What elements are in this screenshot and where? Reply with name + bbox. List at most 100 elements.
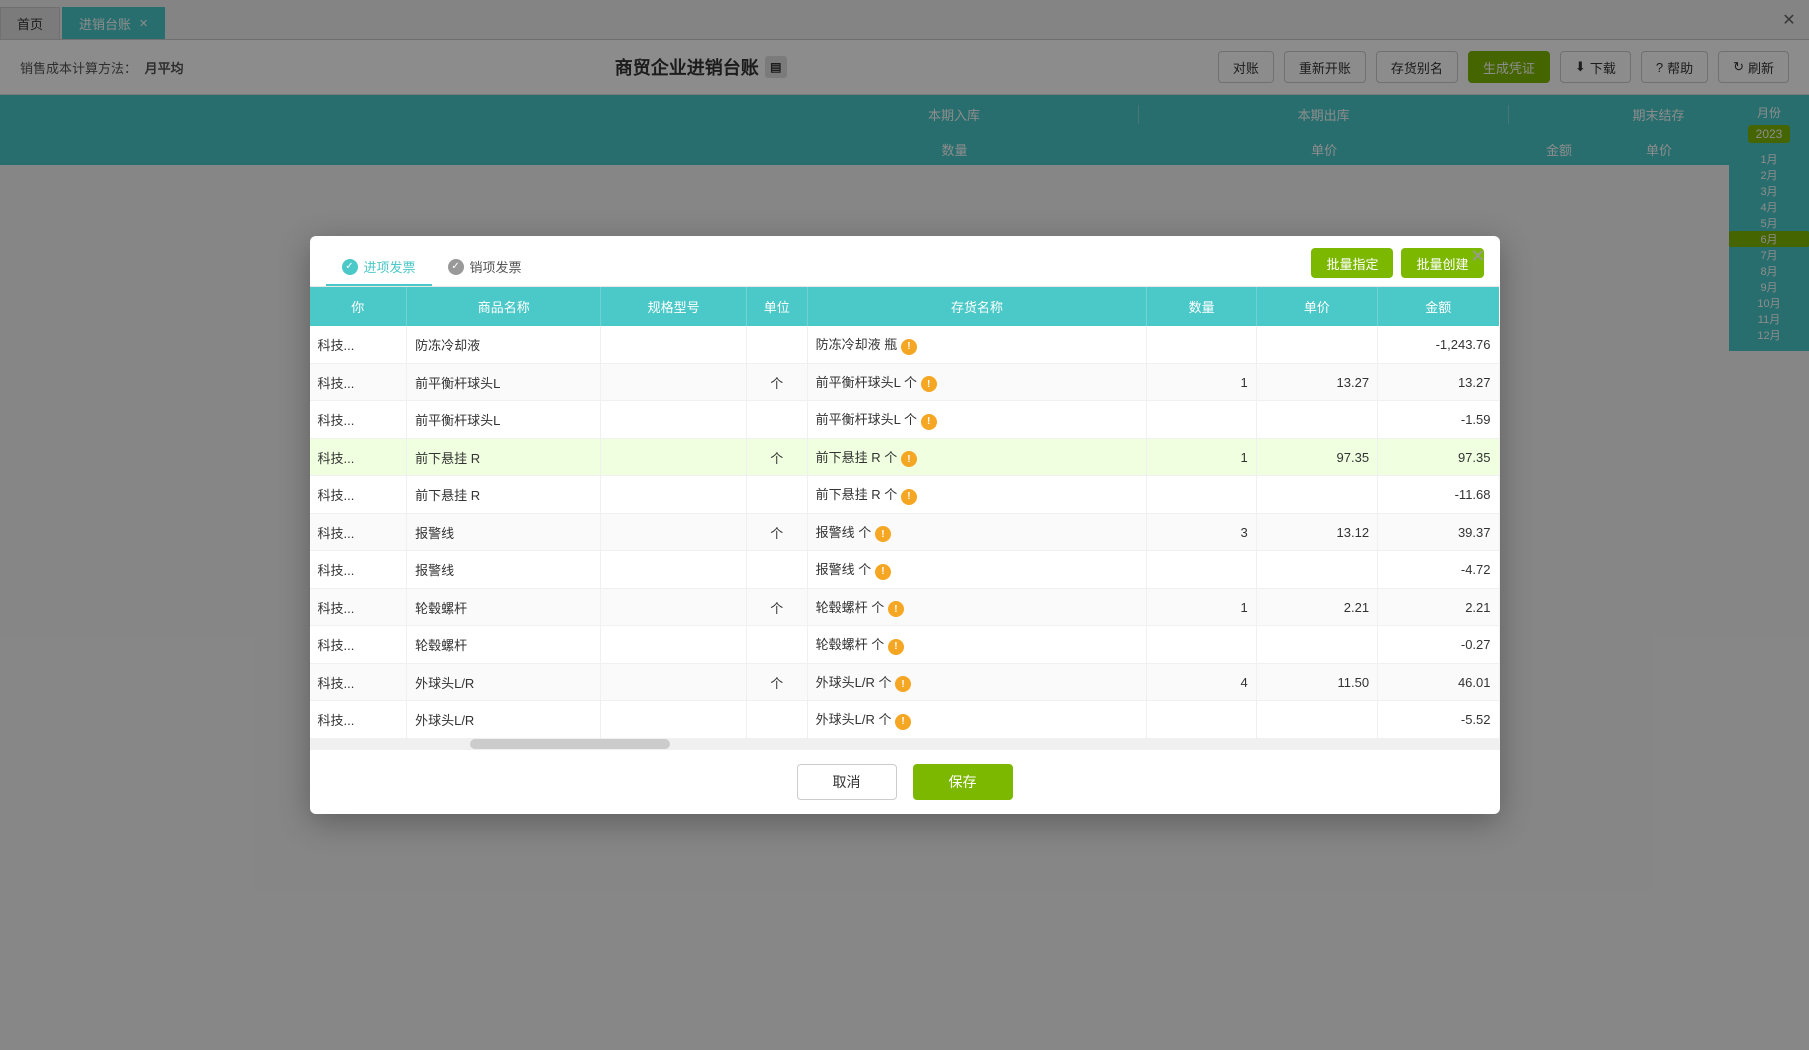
table-cell bbox=[746, 476, 807, 514]
table-header: 你 商品名称 规格型号 单位 存货名称 数量 单价 金额 bbox=[310, 287, 1500, 326]
table-cell bbox=[1256, 326, 1377, 363]
table-cell bbox=[601, 326, 747, 363]
col-header-1: 你 bbox=[310, 287, 407, 326]
outgoing-invoice-label: 销项发票 bbox=[470, 257, 522, 276]
table-cell: 97.35 bbox=[1378, 438, 1499, 476]
table-cell: 科技... bbox=[310, 626, 407, 664]
table-cell bbox=[601, 701, 747, 739]
incoming-invoice-icon: ✓ bbox=[342, 259, 358, 275]
table-cell: 13.27 bbox=[1256, 363, 1377, 401]
table-cell bbox=[601, 438, 747, 476]
table-cell bbox=[1256, 476, 1377, 514]
table-cell: 轮毂螺杆 个 ! bbox=[807, 588, 1147, 626]
warning-icon: ! bbox=[895, 676, 911, 692]
table-cell: 1 bbox=[1147, 363, 1256, 401]
table-cell bbox=[746, 626, 807, 664]
table-cell: 外球头L/R 个 ! bbox=[807, 663, 1147, 701]
table-cell: 外球头L/R bbox=[407, 701, 601, 739]
table-cell: 报警线 bbox=[407, 551, 601, 589]
table-cell bbox=[601, 363, 747, 401]
table-cell: 轮毂螺杆 个 ! bbox=[807, 626, 1147, 664]
table-cell bbox=[1147, 551, 1256, 589]
table-cell bbox=[1147, 326, 1256, 363]
table-cell: 前下悬挂 R 个 ! bbox=[807, 438, 1147, 476]
table-cell: 个 bbox=[746, 513, 807, 551]
table-cell: 外球头L/R bbox=[407, 663, 601, 701]
table-row: 科技...外球头L/R个外球头L/R 个 !411.5046.01 bbox=[310, 663, 1500, 701]
table-cell: 1 bbox=[1147, 588, 1256, 626]
warning-icon: ! bbox=[921, 376, 937, 392]
table-cell: 科技... bbox=[310, 513, 407, 551]
table-cell: 13.27 bbox=[1378, 363, 1499, 401]
table-cell bbox=[601, 588, 747, 626]
table-cell bbox=[601, 551, 747, 589]
table-cell: 46.01 bbox=[1378, 663, 1499, 701]
table-cell: 科技... bbox=[310, 326, 407, 363]
table-cell: 科技... bbox=[310, 401, 407, 439]
table-cell: 轮毂螺杆 bbox=[407, 626, 601, 664]
table-cell bbox=[1147, 701, 1256, 739]
table-row: 科技...前平衡杆球头L个前平衡杆球头L 个 !113.2713.27 bbox=[310, 363, 1500, 401]
table-cell: -4.72 bbox=[1378, 551, 1499, 589]
table-cell: 科技... bbox=[310, 438, 407, 476]
table-cell: 科技... bbox=[310, 588, 407, 626]
table-cell: 科技... bbox=[310, 476, 407, 514]
table-cell: 前平衡杆球头L bbox=[407, 401, 601, 439]
table-row: 科技...外球头L/R外球头L/R 个 !-5.52 bbox=[310, 701, 1500, 739]
tab-outgoing-invoice[interactable]: ✓ 销项发票 bbox=[432, 250, 538, 286]
tab-incoming-invoice[interactable]: ✓ 进项发票 bbox=[326, 250, 432, 286]
table-cell bbox=[1256, 626, 1377, 664]
table-cell: 97.35 bbox=[1256, 438, 1377, 476]
incoming-invoice-label: 进项发票 bbox=[364, 257, 416, 276]
batch-assign-button[interactable]: 批量指定 bbox=[1311, 248, 1393, 278]
table-cell: 个 bbox=[746, 438, 807, 476]
table-cell: 4 bbox=[1147, 663, 1256, 701]
warning-icon: ! bbox=[921, 414, 937, 430]
save-button[interactable]: 保存 bbox=[913, 764, 1013, 800]
table-cell: 前平衡杆球头L 个 ! bbox=[807, 363, 1147, 401]
table-cell bbox=[601, 663, 747, 701]
table-cell bbox=[746, 701, 807, 739]
table-cell bbox=[601, 626, 747, 664]
table-cell: 报警线 个 ! bbox=[807, 513, 1147, 551]
table-cell: 防冻冷却液 bbox=[407, 326, 601, 363]
warning-icon: ! bbox=[888, 639, 904, 655]
table-cell: 科技... bbox=[310, 363, 407, 401]
modal-table: 你 商品名称 规格型号 单位 存货名称 数量 单价 金额 科技...防冻冷却液防… bbox=[310, 287, 1500, 739]
table-cell: 2.21 bbox=[1378, 588, 1499, 626]
table-row: 科技...前下悬挂 R个前下悬挂 R 个 !197.3597.35 bbox=[310, 438, 1500, 476]
table-row: 科技...轮毂螺杆轮毂螺杆 个 !-0.27 bbox=[310, 626, 1500, 664]
warning-icon: ! bbox=[888, 601, 904, 617]
modal-table-wrap[interactable]: 你 商品名称 规格型号 单位 存货名称 数量 单价 金额 科技...防冻冷却液防… bbox=[310, 287, 1500, 739]
table-cell: -11.68 bbox=[1378, 476, 1499, 514]
modal-overlay: ✓ 进项发票 ✓ 销项发票 批量指定 批量创建 ✕ 你 商品名称 规格型号 bbox=[0, 0, 1809, 1050]
table-cell: 个 bbox=[746, 588, 807, 626]
table-cell: 科技... bbox=[310, 551, 407, 589]
table-cell: 个 bbox=[746, 363, 807, 401]
col-header-4: 单位 bbox=[746, 287, 807, 326]
table-cell: -5.52 bbox=[1378, 701, 1499, 739]
scroll-thumb[interactable] bbox=[470, 739, 670, 749]
table-cell bbox=[746, 401, 807, 439]
table-cell: 13.12 bbox=[1256, 513, 1377, 551]
table-cell: 外球头L/R 个 ! bbox=[807, 701, 1147, 739]
warning-icon: ! bbox=[901, 489, 917, 505]
table-cell bbox=[1147, 401, 1256, 439]
modal-close-button[interactable]: ✕ bbox=[1470, 246, 1485, 267]
table-row: 科技...前下悬挂 R前下悬挂 R 个 !-11.68 bbox=[310, 476, 1500, 514]
table-cell bbox=[601, 476, 747, 514]
table-cell: 前平衡杆球头L bbox=[407, 363, 601, 401]
table-cell: 防冻冷却液 瓶 ! bbox=[807, 326, 1147, 363]
modal-footer: 取消 保存 bbox=[310, 749, 1500, 814]
table-cell bbox=[1147, 626, 1256, 664]
table-cell: 3 bbox=[1147, 513, 1256, 551]
outgoing-invoice-icon: ✓ bbox=[448, 259, 464, 275]
table-cell: 前下悬挂 R bbox=[407, 438, 601, 476]
table-cell: 报警线 bbox=[407, 513, 601, 551]
table-cell bbox=[746, 326, 807, 363]
table-cell bbox=[1256, 701, 1377, 739]
cancel-button[interactable]: 取消 bbox=[797, 764, 897, 800]
table-cell bbox=[1256, 401, 1377, 439]
horizontal-scrollbar[interactable] bbox=[310, 739, 1500, 749]
col-header-3: 规格型号 bbox=[601, 287, 747, 326]
